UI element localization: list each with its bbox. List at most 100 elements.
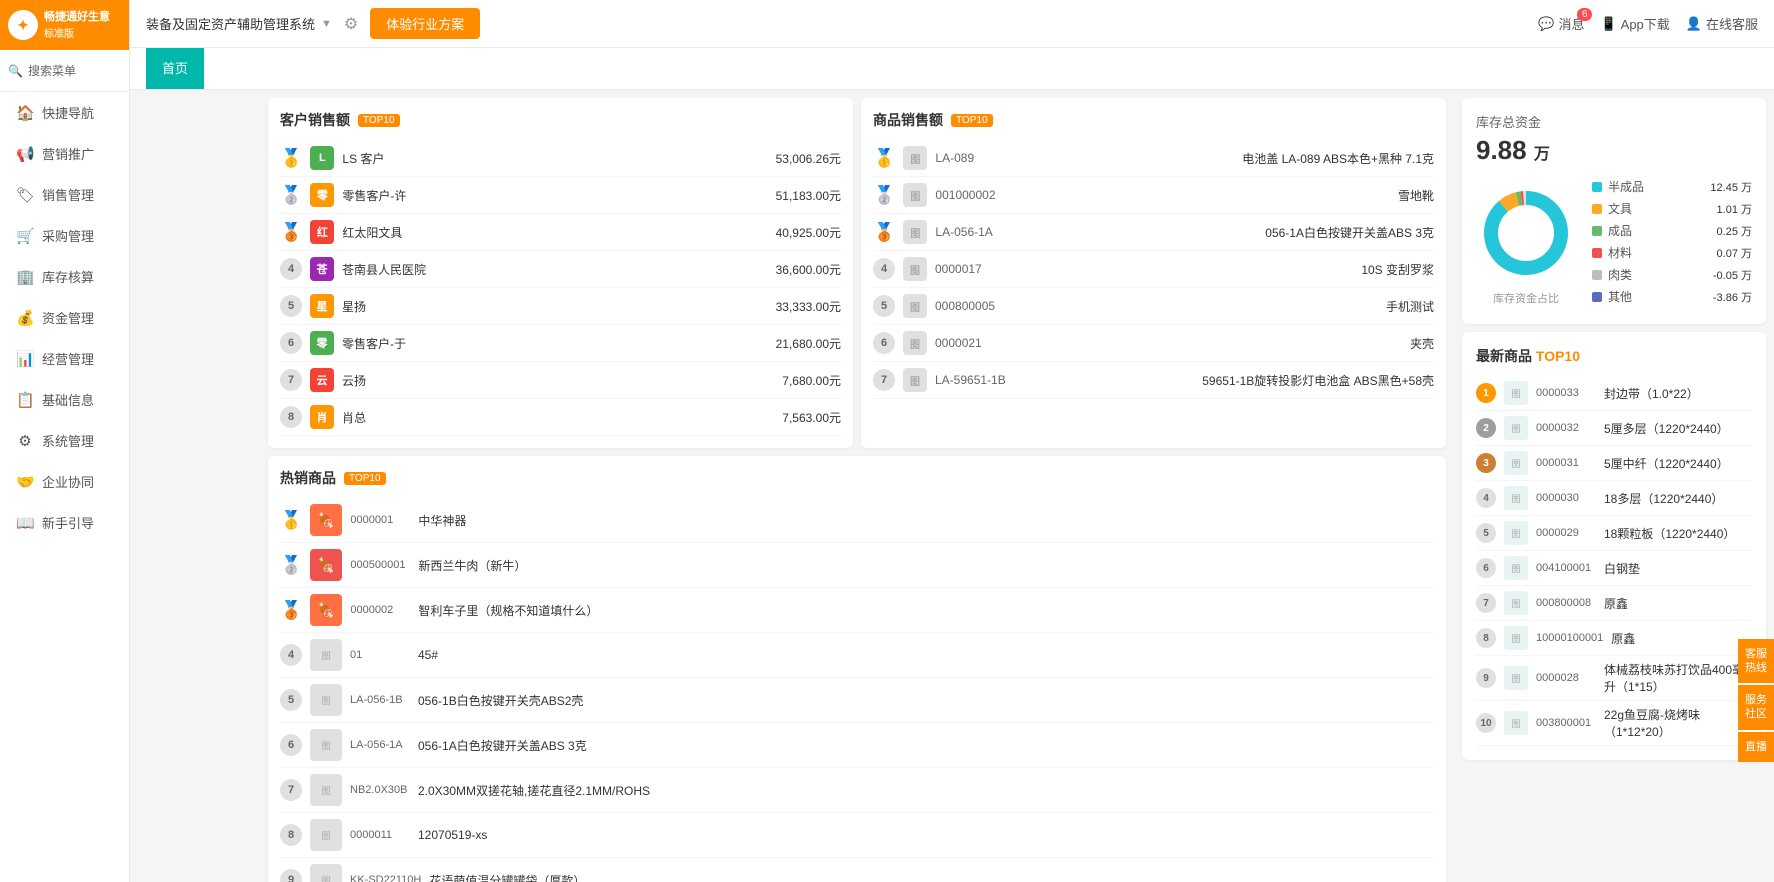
sidebar-item-home[interactable]: 🏠 快捷导航 — [0, 92, 129, 133]
customer-rank-card: 客户销售额 TOP10 🥇 L LS 客户 53,006.26元 🥈 零 零售客… — [268, 98, 853, 448]
rank-number: 4 — [873, 258, 895, 280]
purchase-icon: 🛒 — [16, 227, 34, 245]
hot-product-name: 智利车子里（规格不知道填什么） — [418, 602, 1434, 619]
rank-number: 8 — [280, 406, 302, 428]
legend-label: 其他 — [1608, 288, 1707, 305]
left-spacer — [130, 90, 260, 882]
medal-gold-icon: 🥇 — [280, 148, 302, 169]
product-sales-title: 商品销售额 — [873, 110, 943, 130]
tab-home[interactable]: 首页 — [146, 48, 204, 89]
sidebar-item-sales[interactable]: 🏷 销售管理 — [0, 174, 129, 215]
product-name: 电池盖 LA-089 ABS本色+黑种 7.1克 — [1242, 150, 1434, 167]
sidebar-item-finance[interactable]: 💰 资金管理 — [0, 297, 129, 338]
legend-item: 半成品 12.45 万 — [1592, 178, 1752, 195]
sidebar-item-inventory[interactable]: 🏢 库存核算 — [0, 256, 129, 297]
sidebar-item-purchase[interactable]: 🛒 采购管理 — [0, 215, 129, 256]
product-img-placeholder: 图 — [903, 146, 927, 170]
product-img-placeholder: 图 — [903, 368, 927, 392]
legend-dot — [1592, 204, 1602, 214]
sidebar-item-guide[interactable]: 📖 新手引导 — [0, 502, 129, 543]
logo-text: 畅捷通好生意 — [44, 10, 110, 25]
hot-product-name: 2.0X30MM双搓花轴,搓花直径2.1MM/ROHS — [418, 782, 1434, 799]
hot-product-item: 🥈 🍖 000500001 新西兰牛肉（新牛） — [280, 543, 1434, 588]
legend-value: -3.86 万 — [1713, 289, 1752, 305]
sidebar-item-label: 快捷导航 — [42, 103, 94, 122]
hot-product-code: LA-056-1B — [350, 694, 410, 706]
medal-gold-icon: 🥇 — [873, 148, 895, 169]
product-img-placeholder: 图 — [903, 331, 927, 355]
float-btn-broadcast[interactable]: 直播 — [1738, 732, 1774, 762]
product-sales-header: 商品销售额 TOP10 — [873, 110, 1434, 130]
customer-avatar: 星 — [310, 294, 334, 318]
new-prod-code: 10000100001 — [1536, 632, 1603, 644]
new-prod-rank-num: 8 — [1476, 628, 1496, 648]
new-products-badge: TOP10 — [1536, 348, 1580, 364]
customer-rank-title: 客户销售额 — [280, 110, 350, 130]
legend-label: 肉类 — [1608, 266, 1707, 283]
sidebar-item-marketing[interactable]: 📢 营销推广 — [0, 133, 129, 174]
chart-area: 库存资金占比 半成品 12.45 万 文具 1.01 万 成品 0.25 万 材… — [1476, 178, 1752, 310]
sidebar-item-label: 销售管理 — [42, 185, 94, 204]
rank-number: 5 — [280, 295, 302, 317]
app-download-label: App下载 — [1621, 14, 1670, 33]
hot-product-item: 7 图 NB2.0X30B 2.0X30MM双搓花轴,搓花直径2.1MM/ROH… — [280, 768, 1434, 813]
product-code: 0000021 — [935, 336, 1402, 350]
customer-value: 7,680.00元 — [782, 372, 841, 389]
medal-gold-icon: 🥇 — [280, 510, 302, 531]
hot-products-list: 🥇 🍖 0000001 中华神器 🥈 🍖 000500001 新西兰牛肉（新牛）… — [280, 498, 1434, 882]
float-btn-service[interactable]: 客服热线 — [1738, 639, 1774, 684]
new-prod-img: 图 — [1504, 556, 1528, 580]
app-download-button[interactable]: 📱 App下载 — [1600, 14, 1669, 33]
right-panel: 库存总资金 9.88 万 — [1454, 90, 1774, 882]
inventory-value: 9.88 万 — [1476, 135, 1752, 166]
legend-label: 材料 — [1608, 244, 1711, 261]
gear-icon[interactable]: ⚙ — [344, 14, 358, 34]
hot-products-badge: TOP10 — [344, 472, 386, 485]
new-prod-code: 003800001 — [1536, 717, 1596, 729]
product-name: 夹壳 — [1410, 335, 1434, 352]
sidebar-item-system[interactable]: ⚙ 系统管理 — [0, 420, 129, 461]
notifications-button[interactable]: 💬 消息 6 — [1538, 14, 1584, 33]
new-prod-name: 22g鱼豆腐-烧烤味（1*12*20） — [1604, 706, 1752, 740]
rank-number: 7 — [873, 369, 895, 391]
hot-product-name: 45# — [418, 648, 1434, 662]
rank-number: 5 — [280, 689, 302, 711]
search-menu-button[interactable]: 🔍 搜索菜单 — [8, 58, 121, 83]
product-thumbnail: 🍖 — [310, 594, 342, 626]
product-sales-badge: TOP10 — [951, 114, 993, 127]
hot-product-item: 5 图 LA-056-1B 056-1B白色按键开关壳ABS2壳 — [280, 678, 1434, 723]
new-prod-rank-num: 6 — [1476, 558, 1496, 578]
legend-value: 0.07 万 — [1717, 245, 1752, 261]
new-prod-name: 原鑫 — [1604, 595, 1752, 612]
new-product-item: 3 图 0000031 5厘中纤（1220*2440） — [1476, 446, 1752, 481]
new-product-item: 4 图 0000030 18多层（1220*2440） — [1476, 481, 1752, 516]
sidebar-item-collab[interactable]: 🤝 企业协同 — [0, 461, 129, 502]
customer-rank-item: 5 星 星扬 33,333.00元 — [280, 288, 841, 325]
new-product-item: 1 图 0000033 封边带（1.0*22） — [1476, 376, 1752, 411]
new-prod-code: 0000032 — [1536, 422, 1596, 434]
rank-number: 6 — [280, 332, 302, 354]
float-btn-community[interactable]: 服务社区 — [1738, 685, 1774, 730]
online-service-label: 在线客服 — [1706, 14, 1758, 33]
collab-icon: 🤝 — [16, 473, 34, 491]
medal-silver-icon: 🥈 — [280, 185, 302, 206]
product-code: 0000017 — [935, 262, 1353, 276]
customer-avatar: 云 — [310, 368, 334, 392]
new-prod-rank-num: 10 — [1476, 713, 1496, 733]
medal-bronze-icon: 🥉 — [280, 600, 302, 621]
customer-name: 零售客户-许 — [342, 187, 767, 204]
new-prod-rank-num: 5 — [1476, 523, 1496, 543]
product-sales-item: 🥇 图 LA-089 电池盖 LA-089 ABS本色+黑种 7.1克 — [873, 140, 1434, 177]
customer-avatar: 零 — [310, 183, 334, 207]
sidebar-item-management[interactable]: 📊 经营管理 — [0, 338, 129, 379]
sidebar-item-basic[interactable]: 📋 基础信息 — [0, 379, 129, 420]
sidebar-item-label: 库存核算 — [42, 267, 94, 286]
product-code: 000800005 — [935, 299, 1378, 313]
customer-name: 零售客户-于 — [342, 335, 768, 352]
product-img-placeholder: 图 — [903, 294, 927, 318]
logo-badge: 标准版 — [44, 25, 110, 40]
online-service-button[interactable]: 👤 在线客服 — [1686, 14, 1758, 33]
trial-button[interactable]: 体验行业方案 — [370, 8, 480, 39]
medal-silver-icon: 🥈 — [873, 185, 895, 206]
guide-icon: 📖 — [16, 514, 34, 532]
